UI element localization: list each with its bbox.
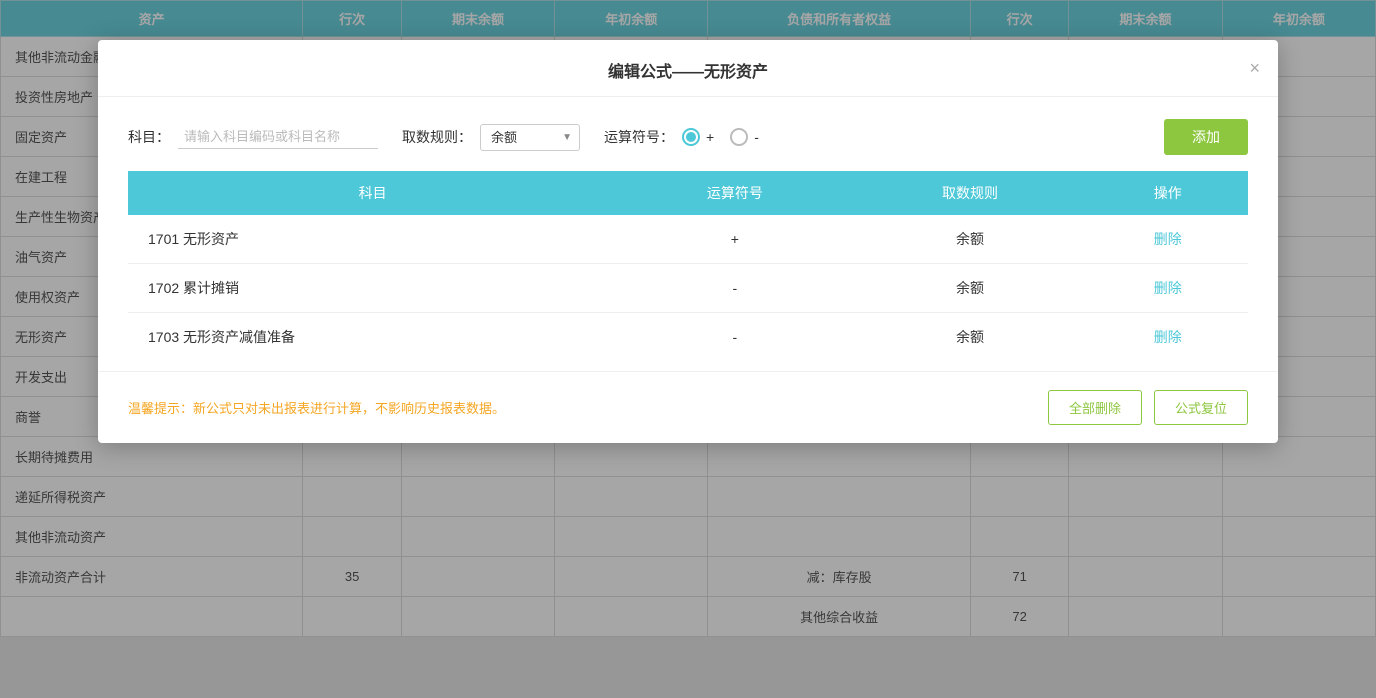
table-row: 1703 无形资产减值准备-余额 删除 (128, 313, 1248, 362)
subject-input[interactable] (178, 125, 378, 149)
operator-label: 运算符号： (604, 127, 674, 147)
table-cell-action: 删除 (1088, 313, 1248, 362)
table-cell-subject: 1701 无形资产 (128, 215, 617, 264)
table-cell-rule: 余额 (852, 313, 1087, 362)
dialog: 编辑公式——无形资产 × 科目： 取数规则： 余额 借方 贷方 借方发生额 贷方… (98, 40, 1278, 443)
operator-plus-label: + (706, 129, 714, 145)
table-cell-action: 删除 (1088, 215, 1248, 264)
formula-table-header: 取数规则 (852, 171, 1087, 215)
rule-select[interactable]: 余额 借方 贷方 借方发生额 贷方发生额 (480, 124, 580, 151)
delete-all-button[interactable]: 全部删除 (1048, 390, 1142, 425)
operator-radio-group: + - (682, 128, 759, 146)
data-table-wrap: 科目运算符号取数规则操作 1701 无形资产+余额删除1702 累计摊销-余额删… (98, 171, 1278, 361)
formula-table-header: 运算符号 (617, 171, 852, 215)
operator-minus-label: - (754, 129, 759, 145)
radio-circle-plus (682, 128, 700, 146)
footer-tip: 温馨提示：新公式只对未出报表进行计算，不影响历史报表数据。 (128, 398, 505, 417)
reset-formula-button[interactable]: 公式复位 (1154, 390, 1248, 425)
dialog-title: 编辑公式——无形资产 (608, 64, 768, 81)
formula-table: 科目运算符号取数规则操作 1701 无形资产+余额删除1702 累计摊销-余额删… (128, 171, 1248, 361)
subject-field-group: 科目： (128, 125, 378, 149)
rule-field-group: 取数规则： 余额 借方 贷方 借方发生额 贷方发生额 ▼ (402, 124, 580, 151)
table-cell-operator: + (617, 215, 852, 264)
table-row: 1701 无形资产+余额 删除 (128, 215, 1248, 264)
rule-select-container: 余额 借方 贷方 借方发生额 贷方发生额 ▼ (480, 124, 580, 151)
delete-row-button[interactable]: 删除 (1154, 329, 1182, 345)
footer-buttons: 全部删除 公式复位 (1048, 390, 1248, 425)
table-cell-operator: - (617, 264, 852, 313)
table-cell-subject: 1702 累计摊销 (128, 264, 617, 313)
subject-label: 科目： (128, 127, 170, 147)
table-row: 1702 累计摊销-余额 删除 (128, 264, 1248, 313)
formula-table-header: 操作 (1088, 171, 1248, 215)
form-row: 科目： 取数规则： 余额 借方 贷方 借方发生额 贷方发生额 ▼ 运算 (98, 97, 1278, 171)
modal-overlay: 编辑公式——无形资产 × 科目： 取数规则： 余额 借方 贷方 借方发生额 贷方… (0, 0, 1376, 698)
table-cell-rule: 余额 (852, 215, 1087, 264)
operator-plus-radio[interactable]: + (682, 128, 714, 146)
rule-label: 取数规则： (402, 127, 472, 147)
delete-row-button[interactable]: 删除 (1154, 231, 1182, 247)
add-button[interactable]: 添加 (1164, 119, 1248, 155)
delete-row-button[interactable]: 删除 (1154, 280, 1182, 296)
radio-circle-minus (730, 128, 748, 146)
table-cell-action: 删除 (1088, 264, 1248, 313)
table-cell-subject: 1703 无形资产减值准备 (128, 313, 617, 362)
operator-field-group: 运算符号： + - (604, 127, 759, 147)
dialog-header: 编辑公式——无形资产 × (98, 40, 1278, 97)
close-button[interactable]: × (1249, 59, 1260, 77)
table-cell-operator: - (617, 313, 852, 362)
formula-table-header: 科目 (128, 171, 617, 215)
table-cell-rule: 余额 (852, 264, 1087, 313)
operator-minus-radio[interactable]: - (730, 128, 759, 146)
dialog-footer: 温馨提示：新公式只对未出报表进行计算，不影响历史报表数据。 全部删除 公式复位 (98, 371, 1278, 443)
